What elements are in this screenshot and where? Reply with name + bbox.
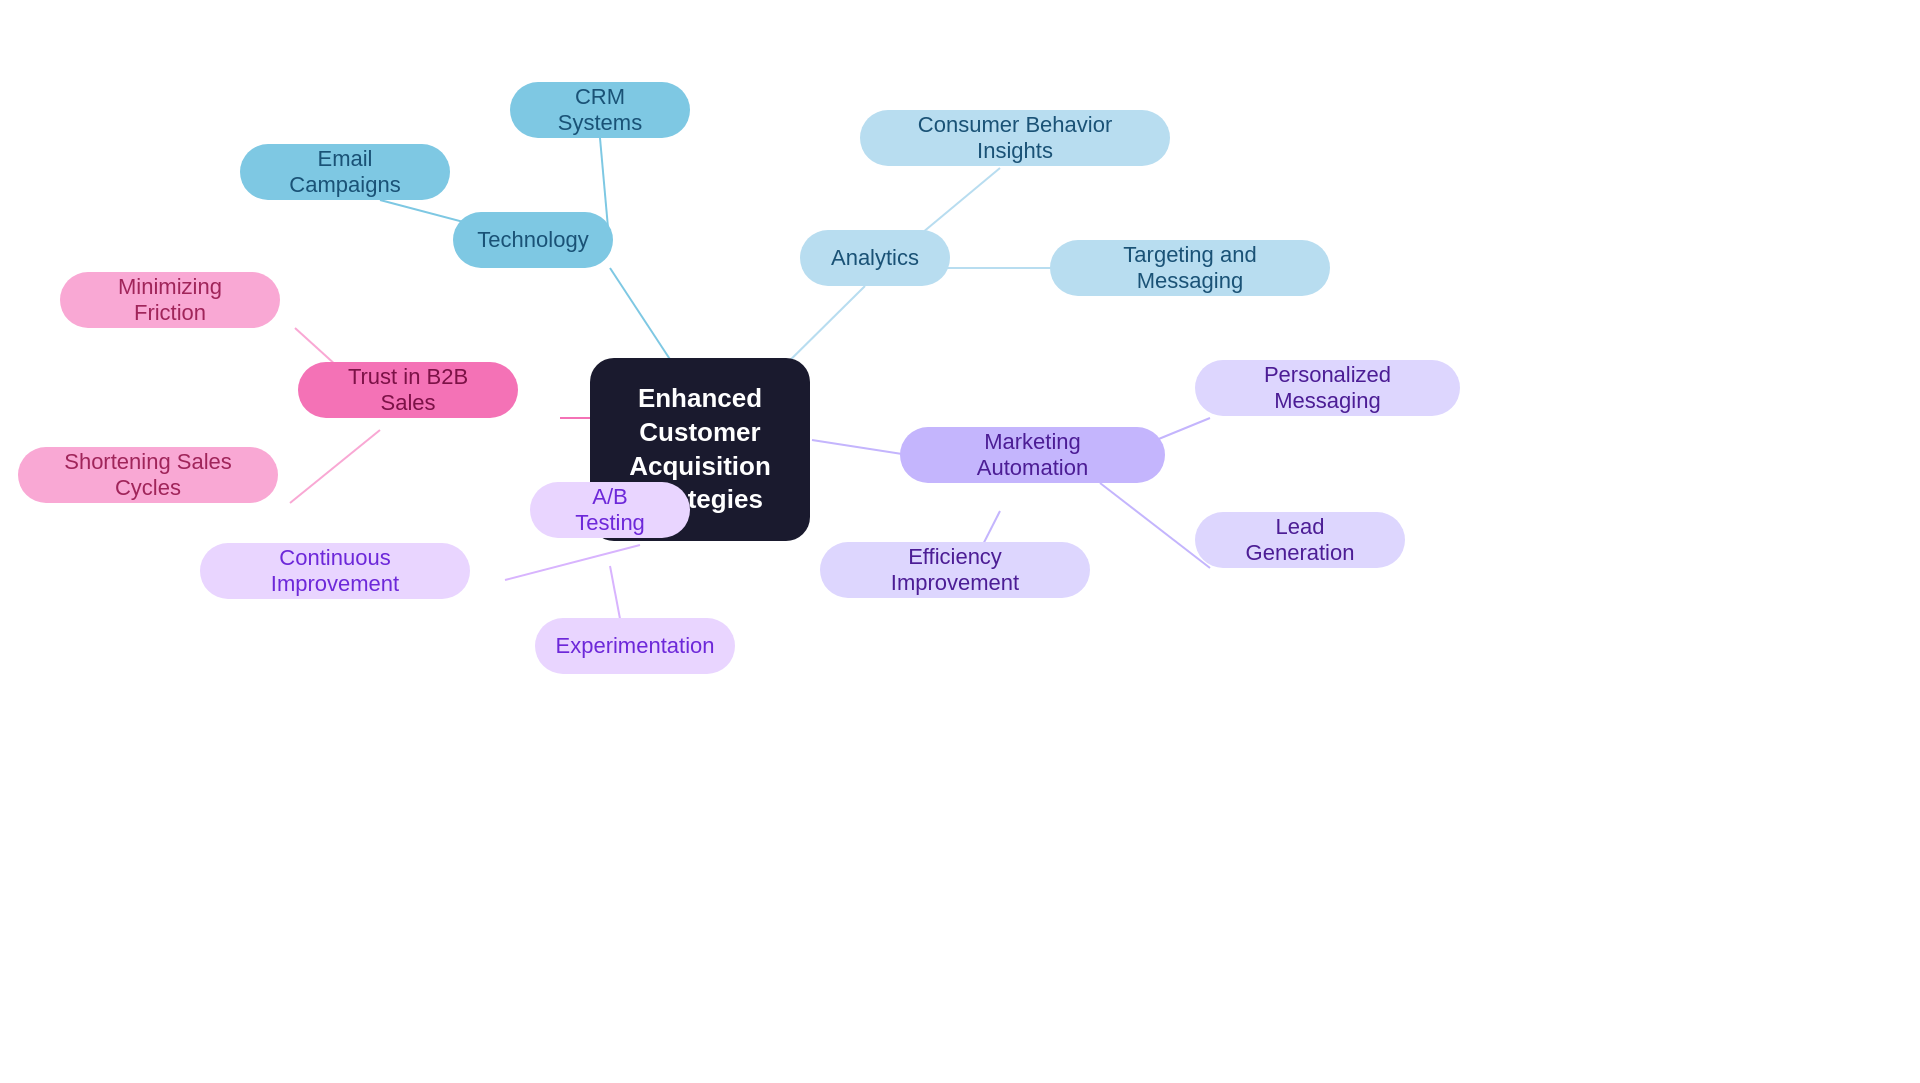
- svg-line-15: [1100, 483, 1210, 568]
- consumer-behavior-label: Consumer Behavior Insights: [888, 112, 1142, 164]
- crm-label: CRM Systems: [538, 84, 662, 136]
- node-analytics: Analytics: [800, 230, 950, 286]
- targeting-label: Targeting and Messaging: [1078, 242, 1302, 294]
- node-technology: Technology: [453, 212, 613, 268]
- shortening-label: Shortening Sales Cycles: [46, 449, 250, 501]
- lead-generation-label: Lead Generation: [1223, 514, 1377, 566]
- continuous-label: Continuous Improvement: [228, 545, 442, 597]
- node-trust: Trust in B2B Sales: [298, 362, 518, 418]
- node-shortening: Shortening Sales Cycles: [18, 447, 278, 503]
- efficiency-label: Efficiency Improvement: [848, 544, 1062, 596]
- minimizing-label: Minimizing Friction: [88, 274, 252, 326]
- personalized-messaging-label: Personalized Messaging: [1223, 362, 1432, 414]
- node-continuous: Continuous Improvement: [200, 543, 470, 599]
- node-marketing-automation: Marketing Automation: [900, 427, 1165, 483]
- ab-testing-label: A/B Testing: [558, 484, 662, 536]
- node-lead-generation: Lead Generation: [1195, 512, 1405, 568]
- analytics-label: Analytics: [831, 245, 919, 271]
- node-personalized-messaging: Personalized Messaging: [1195, 360, 1460, 416]
- experimentation-label: Experimentation: [556, 633, 715, 659]
- node-ab-testing: A/B Testing: [530, 482, 690, 538]
- email-label: Email Campaigns: [268, 146, 422, 198]
- node-email: Email Campaigns: [240, 144, 450, 200]
- trust-label: Trust in B2B Sales: [326, 364, 490, 416]
- node-consumer-behavior: Consumer Behavior Insights: [860, 110, 1170, 166]
- svg-line-8: [290, 430, 380, 503]
- node-targeting: Targeting and Messaging: [1050, 240, 1330, 296]
- marketing-automation-label: Marketing Automation: [928, 429, 1137, 481]
- technology-label: Technology: [477, 227, 588, 253]
- node-crm: CRM Systems: [510, 82, 690, 138]
- node-experimentation: Experimentation: [535, 618, 735, 674]
- node-efficiency: Efficiency Improvement: [820, 542, 1090, 598]
- node-minimizing: Minimizing Friction: [60, 272, 280, 328]
- svg-line-11: [505, 545, 640, 580]
